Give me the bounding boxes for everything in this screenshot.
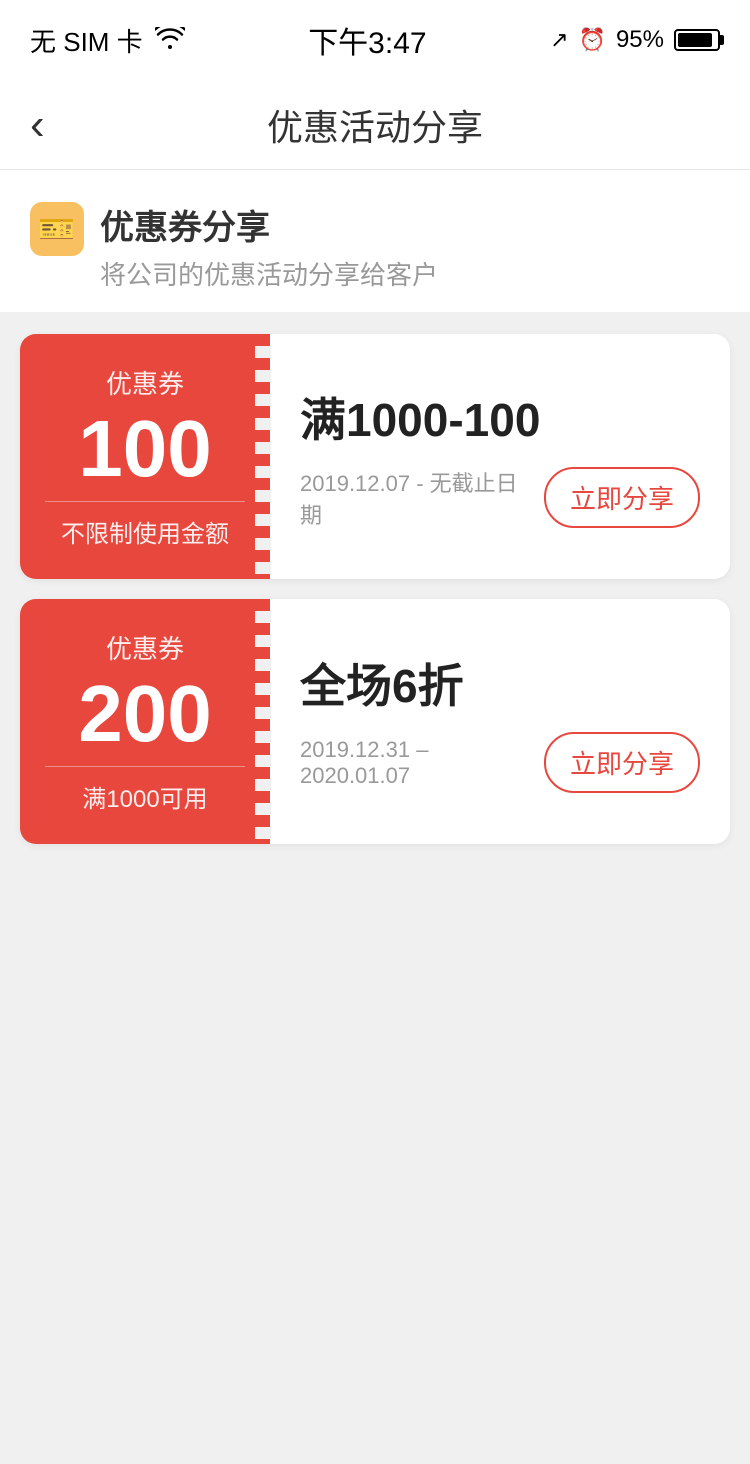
carrier-text: 无 SIM 卡 — [30, 22, 143, 59]
section-subtitle: 将公司的优惠活动分享给客户 — [100, 255, 438, 292]
back-button[interactable]: ‹ — [30, 103, 45, 147]
coupon-condition-1: 不限制使用金额 — [61, 514, 229, 549]
section-title: 优惠券分享 — [100, 200, 438, 249]
coupon-card-1: 优惠券 100 不限制使用金额 满1000-100 2019.12.07 - 无… — [20, 334, 730, 579]
alarm-icon: ⏰ — [579, 27, 606, 53]
nav-bar: ‹ 优惠活动分享 — [0, 80, 750, 170]
coupon-amount-1: 100 — [78, 409, 211, 489]
coupon-divider-2 — [45, 766, 245, 767]
share-button-1[interactable]: 立即分享 — [544, 467, 700, 528]
coupon-date-2: 2019.12.31 – 2020.01.07 — [300, 737, 534, 789]
coupon-divider-1 — [45, 501, 245, 502]
status-left: 无 SIM 卡 — [30, 22, 185, 59]
coupon-title-1: 满1000-100 — [300, 384, 700, 450]
coupon-right-1: 满1000-100 2019.12.07 - 无截止日期 立即分享 — [270, 334, 730, 579]
coupon-card-2: 优惠券 200 满1000可用 全场6折 2019.12.31 – 2020.0… — [20, 599, 730, 844]
share-button-2[interactable]: 立即分享 — [544, 732, 700, 793]
coupon-condition-2: 满1000可用 — [82, 779, 207, 814]
coupon-left-1: 优惠券 100 不限制使用金额 — [20, 334, 270, 579]
bottom-empty-area — [0, 864, 750, 1464]
battery-percent: 95% — [616, 26, 664, 54]
coupon-meta-2: 2019.12.31 – 2020.01.07 立即分享 — [300, 732, 700, 793]
status-bar: 无 SIM 卡 下午3:47 ↗ ⏰ 95% — [0, 0, 750, 80]
coupon-amount-2: 200 — [78, 674, 211, 754]
coupon-date-1: 2019.12.07 - 无截止日期 — [300, 466, 534, 530]
section-header: 🎫 优惠券分享 将公司的优惠活动分享给客户 — [0, 170, 750, 312]
coupon-right-2: 全场6折 2019.12.31 – 2020.01.07 立即分享 — [270, 599, 730, 844]
coupon-meta-1: 2019.12.07 - 无截止日期 立即分享 — [300, 466, 700, 530]
wifi-icon — [155, 25, 185, 56]
coupon-title-2: 全场6折 — [300, 650, 700, 716]
location-icon: ↗ — [550, 27, 568, 53]
coupon-left-2: 优惠券 200 满1000可用 — [20, 599, 270, 844]
coupon-label-2: 优惠券 — [106, 629, 184, 666]
page-title: 优惠活动分享 — [267, 99, 483, 151]
coupon-label-1: 优惠券 — [106, 364, 184, 401]
section-text: 优惠券分享 将公司的优惠活动分享给客户 — [100, 200, 438, 292]
status-right: ↗ ⏰ 95% — [550, 26, 720, 54]
section-icon: 🎫 — [30, 202, 84, 256]
battery-icon — [674, 29, 720, 51]
status-time: 下午3:47 — [308, 18, 426, 62]
coupon-list: 优惠券 100 不限制使用金额 满1000-100 2019.12.07 - 无… — [0, 314, 750, 864]
